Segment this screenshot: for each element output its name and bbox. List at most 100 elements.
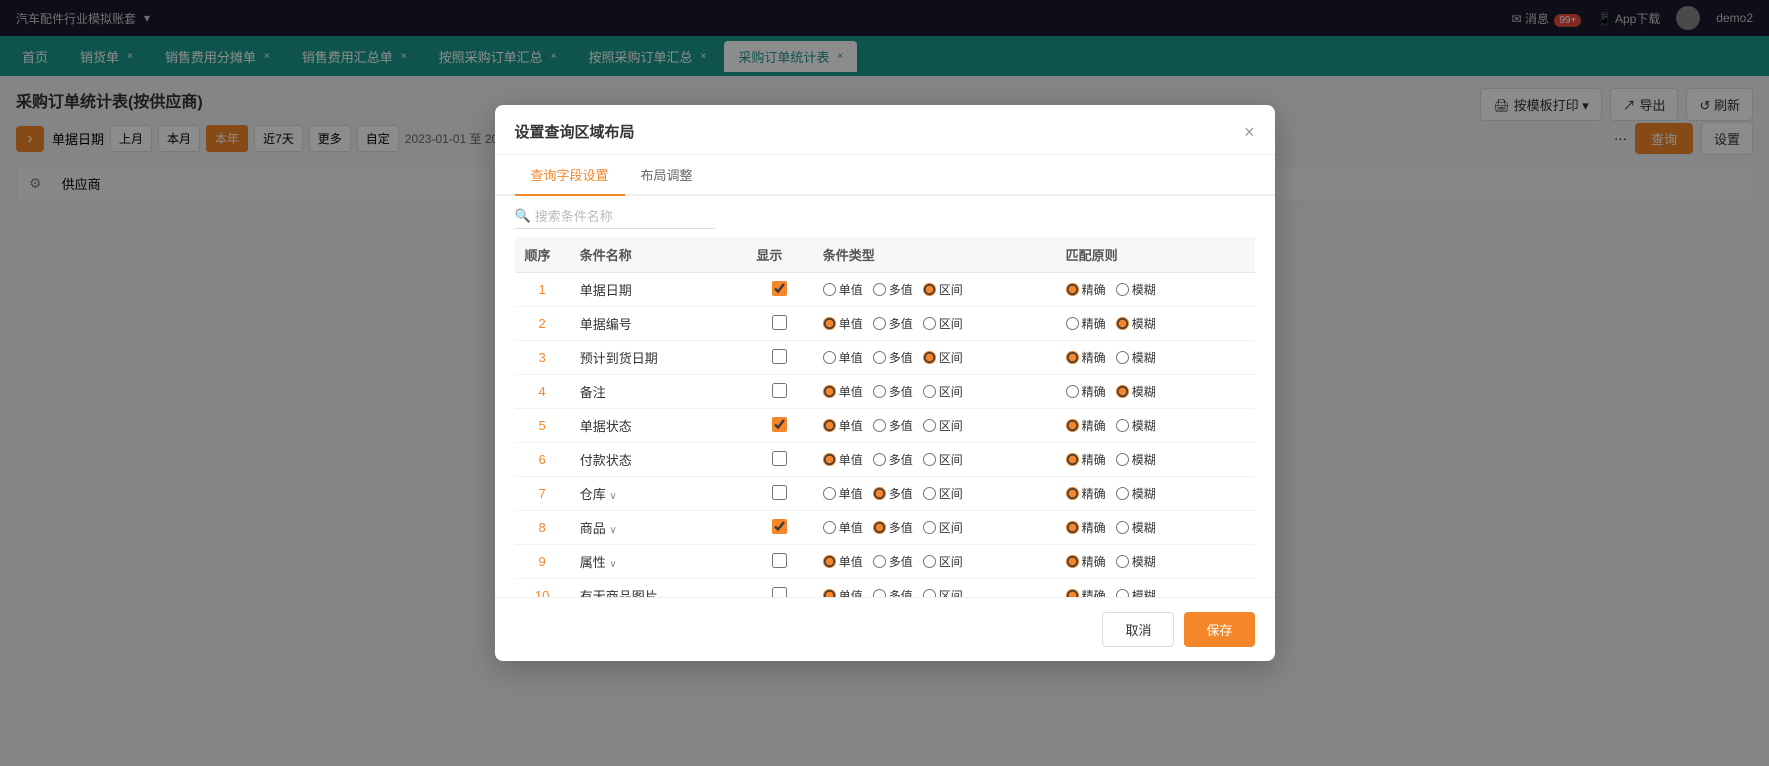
- show-checkbox[interactable]: [772, 485, 787, 500]
- table-row: 10有无商品图片单值多值区间精确模糊: [515, 579, 1255, 598]
- modal-overlay: 设置查询区域布局 × 查询字段设置 布局调整 🔍 顺序: [0, 0, 1769, 766]
- th-name: 条件名称: [570, 237, 747, 273]
- type-option-多值[interactable]: 多值: [873, 451, 913, 468]
- match-option-模糊[interactable]: 模糊: [1116, 417, 1156, 434]
- search-icon: 🔍: [515, 208, 531, 224]
- type-option-多值[interactable]: 多值: [873, 281, 913, 298]
- type-option-单值[interactable]: 单值: [823, 383, 863, 400]
- type-option-区间[interactable]: 区间: [923, 281, 963, 298]
- cell-name: 仓库 ∨: [570, 477, 747, 511]
- type-option-区间[interactable]: 区间: [923, 485, 963, 502]
- match-option-精确[interactable]: 精确: [1066, 553, 1106, 570]
- show-checkbox[interactable]: [772, 383, 787, 398]
- match-option-模糊[interactable]: 模糊: [1116, 451, 1156, 468]
- type-option-区间[interactable]: 区间: [923, 553, 963, 570]
- cell-show: [746, 341, 812, 375]
- show-checkbox[interactable]: [772, 587, 787, 598]
- match-option-精确[interactable]: 精确: [1066, 587, 1106, 597]
- table-row: 8商品 ∨单值多值区间精确模糊: [515, 511, 1255, 545]
- cell-match: 精确模糊: [1056, 307, 1255, 341]
- type-option-单值[interactable]: 单值: [823, 349, 863, 366]
- type-option-单值[interactable]: 单值: [823, 485, 863, 502]
- type-radio-group: 单值多值区间: [823, 383, 1046, 400]
- type-option-多值[interactable]: 多值: [873, 315, 913, 332]
- dialog-header: 设置查询区域布局 ×: [495, 105, 1275, 155]
- match-radio-group: 精确模糊: [1066, 383, 1245, 400]
- cell-name: 商品 ∨: [570, 511, 747, 545]
- table-row: 9属性 ∨单值多值区间精确模糊: [515, 545, 1255, 579]
- type-option-区间[interactable]: 区间: [923, 417, 963, 434]
- show-checkbox[interactable]: [772, 519, 787, 534]
- cell-name: 单据状态: [570, 409, 747, 443]
- cell-match: 精确模糊: [1056, 545, 1255, 579]
- type-option-区间[interactable]: 区间: [923, 315, 963, 332]
- match-option-模糊[interactable]: 模糊: [1116, 315, 1156, 332]
- type-option-多值[interactable]: 多值: [873, 485, 913, 502]
- cancel-button[interactable]: 取消: [1102, 612, 1174, 647]
- table-row: 3预计到货日期单值多值区间精确模糊: [515, 341, 1255, 375]
- cell-name: 备注: [570, 375, 747, 409]
- type-option-区间[interactable]: 区间: [923, 587, 963, 597]
- dialog-footer: 取消 保存: [495, 597, 1275, 661]
- match-option-模糊[interactable]: 模糊: [1116, 349, 1156, 366]
- save-button[interactable]: 保存: [1184, 612, 1254, 647]
- cell-name: 付款状态: [570, 443, 747, 477]
- dialog-close-button[interactable]: ×: [1244, 123, 1255, 141]
- cell-type: 单值多值区间: [813, 477, 1056, 511]
- match-option-模糊[interactable]: 模糊: [1116, 383, 1156, 400]
- match-radio-group: 精确模糊: [1066, 451, 1245, 468]
- cell-match: 精确模糊: [1056, 443, 1255, 477]
- cell-type: 单值多值区间: [813, 511, 1056, 545]
- show-checkbox[interactable]: [772, 451, 787, 466]
- cell-show: [746, 375, 812, 409]
- match-option-模糊[interactable]: 模糊: [1116, 553, 1156, 570]
- match-option-精确[interactable]: 精确: [1066, 349, 1106, 366]
- show-checkbox[interactable]: [772, 315, 787, 330]
- cell-match: 精确模糊: [1056, 375, 1255, 409]
- show-checkbox[interactable]: [772, 553, 787, 568]
- tab-query-fields[interactable]: 查询字段设置: [515, 155, 625, 196]
- type-option-多值[interactable]: 多值: [873, 519, 913, 536]
- type-option-区间[interactable]: 区间: [923, 349, 963, 366]
- type-option-单值[interactable]: 单值: [823, 451, 863, 468]
- type-option-区间[interactable]: 区间: [923, 451, 963, 468]
- th-show: 显示: [746, 237, 812, 273]
- table-row: 7仓库 ∨单值多值区间精确模糊: [515, 477, 1255, 511]
- match-option-模糊[interactable]: 模糊: [1116, 519, 1156, 536]
- show-checkbox[interactable]: [772, 417, 787, 432]
- match-option-模糊[interactable]: 模糊: [1116, 587, 1156, 597]
- type-option-单值[interactable]: 单值: [823, 587, 863, 597]
- match-option-精确[interactable]: 精确: [1066, 485, 1106, 502]
- cell-show: [746, 579, 812, 598]
- type-option-多值[interactable]: 多值: [873, 553, 913, 570]
- match-option-精确[interactable]: 精确: [1066, 417, 1106, 434]
- type-option-多值[interactable]: 多值: [873, 349, 913, 366]
- match-option-模糊[interactable]: 模糊: [1116, 485, 1156, 502]
- match-option-精确[interactable]: 精确: [1066, 383, 1106, 400]
- type-option-多值[interactable]: 多值: [873, 383, 913, 400]
- type-option-单值[interactable]: 单值: [823, 553, 863, 570]
- cell-order: 2: [515, 307, 570, 341]
- type-option-单值[interactable]: 单值: [823, 315, 863, 332]
- show-checkbox[interactable]: [772, 349, 787, 364]
- cell-order: 10: [515, 579, 570, 598]
- cell-type: 单值多值区间: [813, 443, 1056, 477]
- type-option-单值[interactable]: 单值: [823, 281, 863, 298]
- type-radio-group: 单值多值区间: [823, 485, 1046, 502]
- match-option-模糊[interactable]: 模糊: [1116, 281, 1156, 298]
- match-option-精确[interactable]: 精确: [1066, 315, 1106, 332]
- type-option-区间[interactable]: 区间: [923, 519, 963, 536]
- match-option-精确[interactable]: 精确: [1066, 281, 1106, 298]
- type-option-区间[interactable]: 区间: [923, 383, 963, 400]
- type-option-单值[interactable]: 单值: [823, 519, 863, 536]
- cell-order: 5: [515, 409, 570, 443]
- search-input[interactable]: [535, 209, 695, 224]
- type-option-多值[interactable]: 多值: [873, 587, 913, 597]
- type-option-单值[interactable]: 单值: [823, 417, 863, 434]
- show-checkbox[interactable]: [772, 281, 787, 296]
- cell-show: [746, 511, 812, 545]
- match-option-精确[interactable]: 精确: [1066, 451, 1106, 468]
- match-option-精确[interactable]: 精确: [1066, 519, 1106, 536]
- tab-layout-adjust[interactable]: 布局调整: [625, 155, 709, 196]
- type-option-多值[interactable]: 多值: [873, 417, 913, 434]
